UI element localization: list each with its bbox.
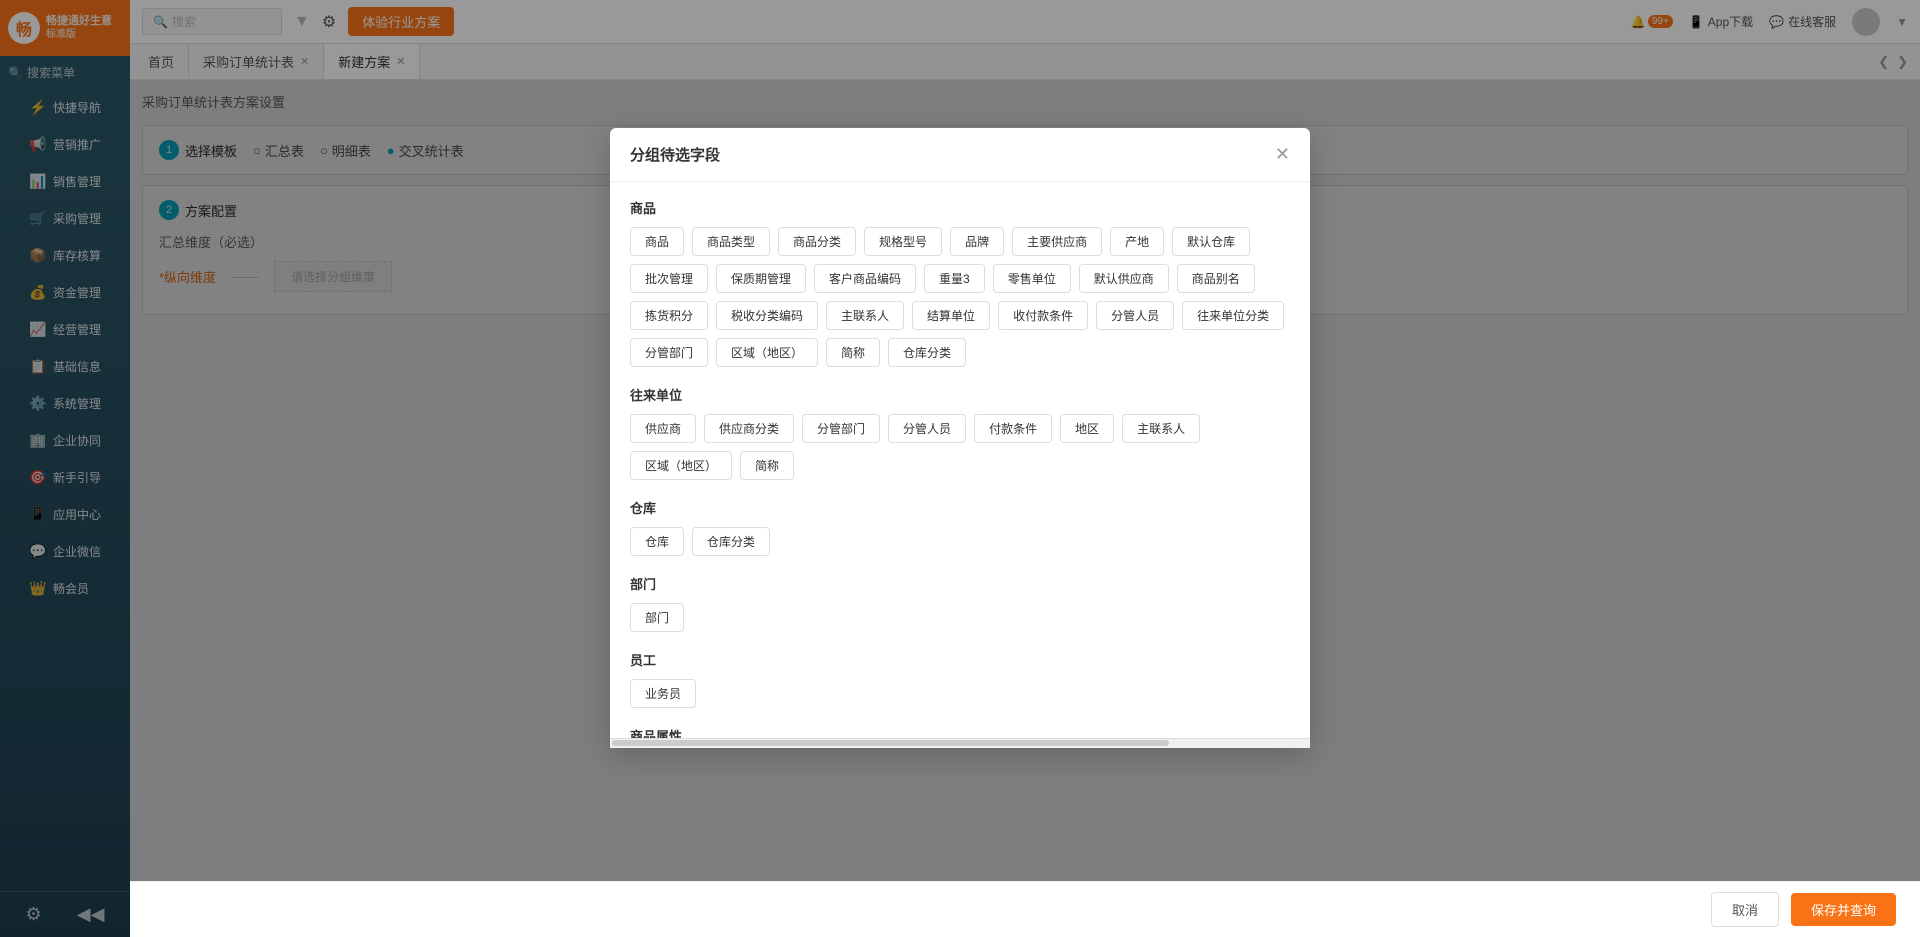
field-tag-warehouse-0[interactable]: 仓库: [630, 527, 684, 556]
section-title-employee: 员工: [630, 650, 1290, 669]
field-tag-partner-6[interactable]: 主联系人: [1122, 414, 1200, 443]
field-tag-goods-20[interactable]: 分管人员: [1096, 301, 1174, 330]
field-tag-goods-12[interactable]: 零售单位: [993, 264, 1071, 293]
field-tags-goods: 商品商品类型商品分类规格型号品牌主要供应商产地默认仓库批次管理保质期管理客户商品…: [630, 227, 1290, 367]
modal-title: 分组待选字段: [630, 144, 720, 165]
field-tag-goods-22[interactable]: 分管部门: [630, 338, 708, 367]
field-tag-goods-3[interactable]: 规格型号: [864, 227, 942, 256]
field-tag-goods-18[interactable]: 结算单位: [912, 301, 990, 330]
section-title-department: 部门: [630, 574, 1290, 593]
field-tag-goods-11[interactable]: 重量3: [924, 264, 985, 293]
modal-section-warehouse: 仓库仓库仓库分类: [630, 498, 1290, 556]
field-tag-department-0[interactable]: 部门: [630, 603, 684, 632]
field-tag-goods-16[interactable]: 税收分类编码: [716, 301, 818, 330]
field-tag-goods-14[interactable]: 商品别名: [1177, 264, 1255, 293]
modal-hscroll-thumb: [612, 740, 1169, 746]
modal: 分组待选字段 ✕ 商品商品商品类型商品分类规格型号品牌主要供应商产地默认仓库批次…: [610, 128, 1310, 748]
section-title-goods: 商品: [630, 198, 1290, 217]
field-tag-goods-7[interactable]: 默认仓库: [1172, 227, 1250, 256]
modal-horizontal-scrollbar[interactable]: [610, 738, 1310, 748]
field-tag-partner-7[interactable]: 区域（地区）: [630, 451, 732, 480]
modal-section-goods-attr: 商品属性属性颜色多规格尺码鞋码1: [630, 726, 1290, 738]
field-tag-goods-19[interactable]: 收付款条件: [998, 301, 1088, 330]
modal-header: 分组待选字段 ✕: [610, 128, 1310, 182]
field-tag-goods-21[interactable]: 往来单位分类: [1182, 301, 1284, 330]
modal-section-partner: 往来单位供应商供应商分类分管部门分管人员付款条件地区主联系人区域（地区） 简称: [630, 385, 1290, 480]
save-button[interactable]: 保存并查询: [1791, 893, 1896, 926]
field-tag-goods-15[interactable]: 拣货积分: [630, 301, 708, 330]
field-tag-goods-8[interactable]: 批次管理: [630, 264, 708, 293]
field-tag-partner-0[interactable]: 供应商: [630, 414, 696, 443]
field-tag-goods-23[interactable]: 区域（地区）: [716, 338, 818, 367]
field-tag-goods-17[interactable]: 主联系人: [826, 301, 904, 330]
section-title-goods-attr: 商品属性: [630, 726, 1290, 738]
field-tag-partner-8[interactable]: 简称: [740, 451, 794, 480]
section-title-warehouse: 仓库: [630, 498, 1290, 517]
field-tag-partner-4[interactable]: 付款条件: [974, 414, 1052, 443]
modal-section-employee: 员工业务员: [630, 650, 1290, 708]
section-title-partner: 往来单位: [630, 385, 1290, 404]
field-tag-partner-2[interactable]: 分管部门: [802, 414, 880, 443]
field-tag-goods-5[interactable]: 主要供应商: [1012, 227, 1102, 256]
field-tag-partner-1[interactable]: 供应商分类: [704, 414, 794, 443]
bottom-action-bar: 取消 保存并查询: [130, 881, 1920, 937]
field-tags-department: 部门: [630, 603, 1290, 632]
field-tag-goods-13[interactable]: 默认供应商: [1079, 264, 1169, 293]
modal-body: 商品商品商品类型商品分类规格型号品牌主要供应商产地默认仓库批次管理保质期管理客户…: [610, 182, 1310, 738]
field-tag-employee-0[interactable]: 业务员: [630, 679, 696, 708]
field-tag-partner-5[interactable]: 地区: [1060, 414, 1114, 443]
field-tag-goods-10[interactable]: 客户商品编码: [814, 264, 916, 293]
field-tag-goods-25[interactable]: 仓库分类: [888, 338, 966, 367]
field-tags-partner: 供应商供应商分类分管部门分管人员付款条件地区主联系人区域（地区） 简称: [630, 414, 1290, 480]
field-tag-warehouse-1[interactable]: 仓库分类: [692, 527, 770, 556]
field-tag-goods-4[interactable]: 品牌: [950, 227, 1004, 256]
field-tags-warehouse: 仓库仓库分类: [630, 527, 1290, 556]
field-tag-goods-0[interactable]: 商品: [630, 227, 684, 256]
field-tag-goods-9[interactable]: 保质期管理: [716, 264, 806, 293]
field-tag-goods-1[interactable]: 商品类型: [692, 227, 770, 256]
field-tag-goods-2[interactable]: 商品分类: [778, 227, 856, 256]
field-tags-employee: 业务员: [630, 679, 1290, 708]
modal-section-department: 部门部门: [630, 574, 1290, 632]
modal-close-button[interactable]: ✕: [1275, 144, 1290, 165]
modal-section-goods: 商品商品商品类型商品分类规格型号品牌主要供应商产地默认仓库批次管理保质期管理客户…: [630, 198, 1290, 367]
field-tag-goods-24[interactable]: 简称: [826, 338, 880, 367]
field-tag-goods-6[interactable]: 产地: [1110, 227, 1164, 256]
field-tag-partner-3[interactable]: 分管人员: [888, 414, 966, 443]
cancel-button[interactable]: 取消: [1711, 892, 1779, 927]
